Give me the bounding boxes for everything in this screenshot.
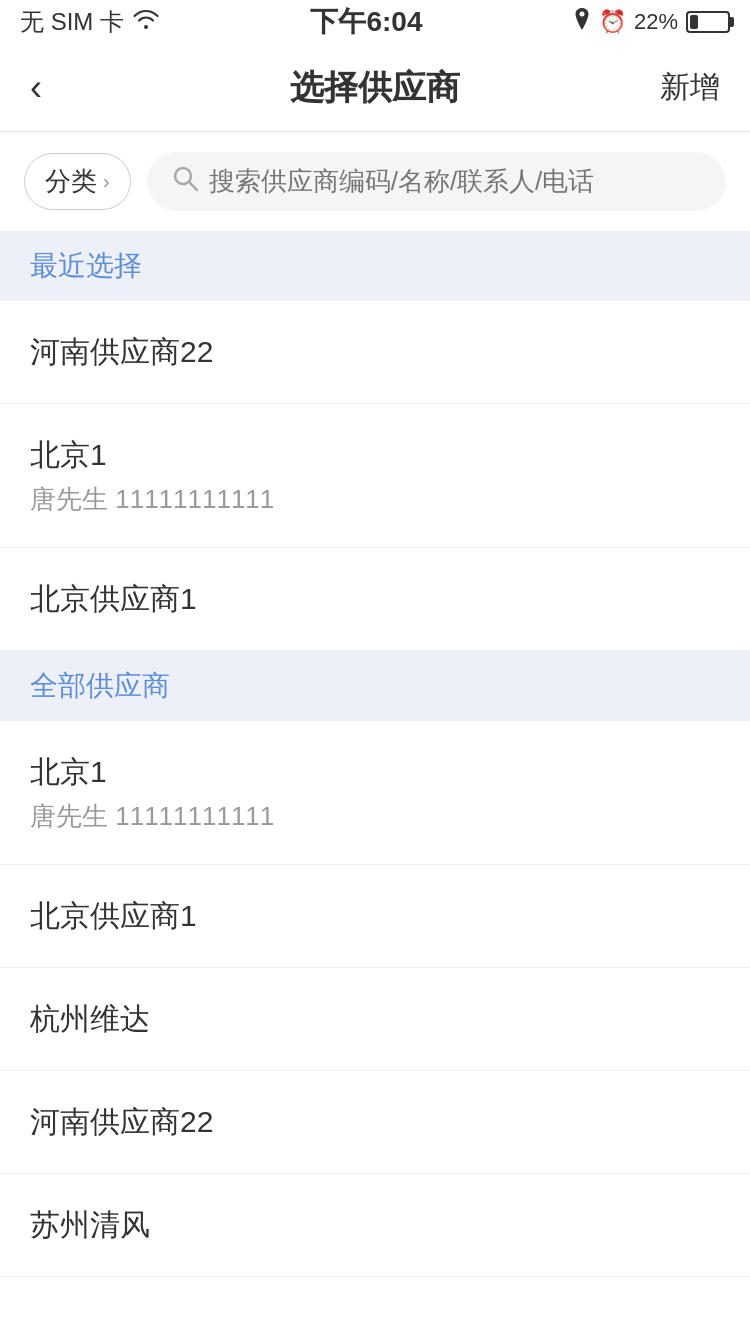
item-name: 河南供应商22 xyxy=(30,1101,720,1143)
status-right: ⏰ 22% xyxy=(573,8,730,36)
item-sub: 唐先生 11111111111 xyxy=(30,799,720,834)
item-name: 北京1 xyxy=(30,751,720,793)
status-time: 下午6:04 xyxy=(310,3,422,41)
alarm-icon: ⏰ xyxy=(599,9,626,35)
svg-point-0 xyxy=(175,168,191,184)
list-item[interactable]: 北京供应商1 xyxy=(0,865,750,968)
item-sub: 唐先生 11111111111 xyxy=(30,482,720,517)
item-name: 杭州维达 xyxy=(30,998,720,1040)
status-left: 无 SIM 卡 xyxy=(20,6,160,38)
svg-line-1 xyxy=(189,183,197,191)
list-item[interactable]: 北京1 唐先生 11111111111 xyxy=(0,721,750,865)
status-bar: 无 SIM 卡 下午6:04 ⏰ 22% xyxy=(0,0,750,44)
list-item[interactable]: 北京供应商1 xyxy=(0,548,750,651)
search-input-wrap xyxy=(147,152,726,211)
recent-section-header: 最近选择 xyxy=(0,231,750,301)
page-title: 选择供应商 xyxy=(290,65,460,111)
nav-bar: ‹ 选择供应商 新增 xyxy=(0,44,750,132)
list-item[interactable]: 河南供应商22 xyxy=(0,301,750,404)
search-icon xyxy=(171,164,199,199)
list-item[interactable]: 河南供应商22 xyxy=(0,1071,750,1174)
list-item[interactable]: 北京1 唐先生 11111111111 xyxy=(0,404,750,548)
all-items-list: 北京1 唐先生 11111111111 北京供应商1 杭州维达河南供应商22 苏州清风 xyxy=(0,721,750,1277)
search-input[interactable] xyxy=(209,166,702,197)
wifi-icon xyxy=(132,8,160,36)
recent-items-list: 河南供应商22 北京1 唐先生 11111111111 北京供应商1 xyxy=(0,301,750,651)
category-filter-button[interactable]: 分类 › xyxy=(24,153,131,210)
sim-status: 无 SIM 卡 xyxy=(20,6,124,38)
list-item[interactable]: 苏州清风 xyxy=(0,1174,750,1277)
recent-section-label: 最近选择 xyxy=(30,250,142,281)
all-section-header: 全部供应商 xyxy=(0,651,750,721)
back-button[interactable]: ‹ xyxy=(30,67,90,109)
item-name: 北京供应商1 xyxy=(30,578,720,620)
item-name: 河南供应商22 xyxy=(30,331,720,373)
all-section-label: 全部供应商 xyxy=(30,670,170,701)
add-button[interactable]: 新增 xyxy=(660,67,720,108)
chevron-right-icon: › xyxy=(103,170,110,193)
list-item[interactable]: 杭州维达 xyxy=(0,968,750,1071)
item-name: 苏州清风 xyxy=(30,1204,720,1246)
battery-percent: 22% xyxy=(634,9,678,35)
category-label: 分类 xyxy=(45,164,97,199)
location-icon xyxy=(573,8,591,36)
battery-icon xyxy=(686,11,730,33)
search-bar: 分类 › xyxy=(0,132,750,231)
item-name: 北京1 xyxy=(30,434,720,476)
item-name: 北京供应商1 xyxy=(30,895,720,937)
